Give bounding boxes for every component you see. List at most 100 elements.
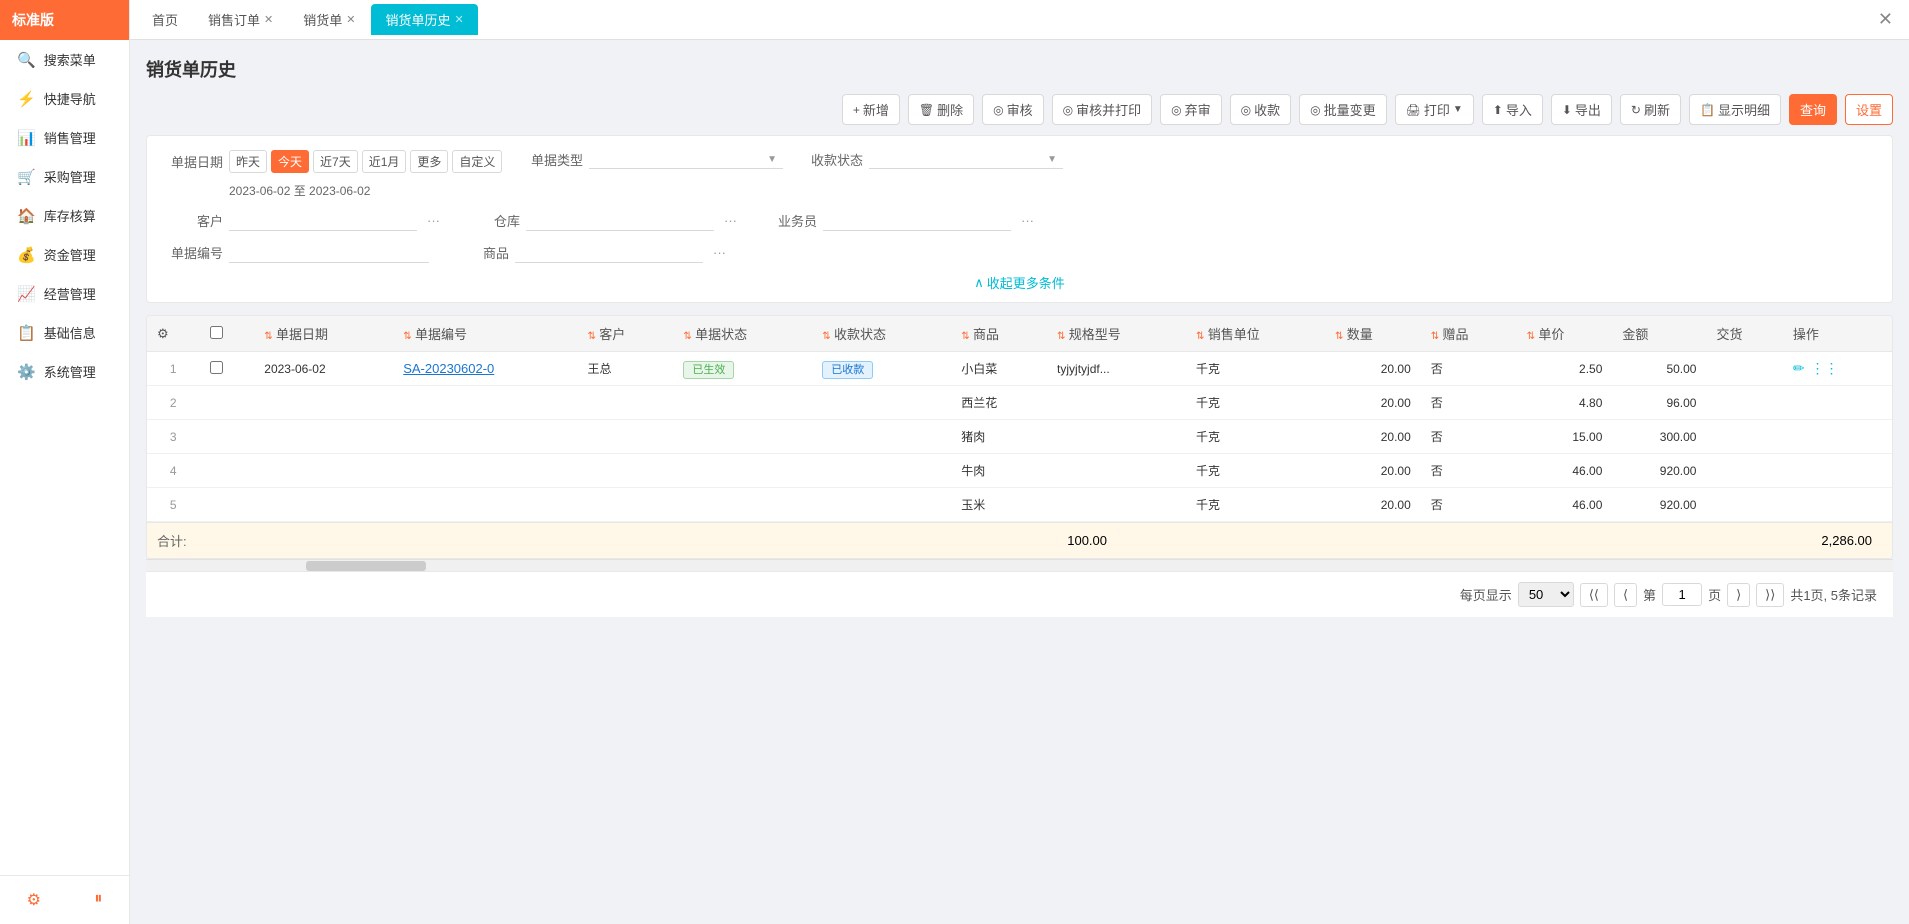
- tab-home[interactable]: 首页: [138, 4, 192, 35]
- warehouse-dots-btn[interactable]: ···: [724, 213, 737, 228]
- date-btn-7days[interactable]: 近7天: [313, 150, 358, 173]
- customer-dots-btn[interactable]: ···: [427, 213, 440, 228]
- tab-sales-history-close[interactable]: ✕: [455, 13, 464, 26]
- sidebar-item-sys-mgmt[interactable]: ⚙️ 系统管理: [0, 352, 129, 391]
- settings-col-icon: ⚙: [157, 326, 169, 341]
- table-row: 5 玉米 千克 20.00 否 46.00 920.00: [147, 488, 1892, 522]
- page-number-input[interactable]: 1: [1662, 583, 1702, 606]
- horizontal-scrollbar[interactable]: [146, 559, 1893, 571]
- row-paystatus-cell: [812, 386, 951, 420]
- scrollbar-thumb[interactable]: [306, 561, 426, 571]
- tab-sales-order-label: 销售订单: [208, 10, 260, 29]
- row-paystatus-cell: [812, 488, 951, 522]
- sort-price-icon[interactable]: ⇅: [1527, 331, 1535, 342]
- tab-sales-order-close[interactable]: ✕: [264, 13, 273, 26]
- first-page-btn[interactable]: ⟨⟨: [1580, 583, 1608, 607]
- sidebar-bottom: ⚙ ⏸: [0, 875, 129, 924]
- row-checkbox-cell: [200, 352, 255, 386]
- salesperson-input[interactable]: [823, 209, 1011, 231]
- query-button[interactable]: 查询: [1789, 94, 1837, 125]
- row-goods-cell: 牛肉: [951, 454, 1047, 488]
- sidebar-item-inventory[interactable]: 🏠 库存核算: [0, 196, 129, 235]
- warehouse-input[interactable]: [526, 209, 714, 231]
- table-row: 2 西兰花 千克 20.00 否 4.80 96.00: [147, 386, 1892, 420]
- export-button[interactable]: ⬇ 导出: [1551, 94, 1612, 125]
- row-delivery-cell: [1706, 352, 1782, 386]
- show-detail-button[interactable]: 📋 显示明细: [1689, 94, 1781, 125]
- sort-spec-icon[interactable]: ⇅: [1057, 331, 1065, 342]
- sidebar-collapse-btn[interactable]: ⏸: [88, 884, 108, 916]
- close-all-tabs-btn[interactable]: ✕: [1870, 5, 1901, 34]
- sort-paystatus-icon[interactable]: ⇅: [822, 331, 830, 342]
- date-btn-today[interactable]: 今天: [271, 150, 309, 173]
- salesperson-dots-btn[interactable]: ···: [1021, 213, 1034, 228]
- select-all-checkbox[interactable]: [210, 326, 223, 339]
- prev-page-btn[interactable]: ⟨: [1614, 583, 1637, 607]
- sidebar-item-purchase-mgmt[interactable]: 🛒 采购管理: [0, 157, 129, 196]
- sys-mgmt-icon: ⚙️: [17, 363, 36, 381]
- tab-sales-history[interactable]: 销货单历史 ✕: [371, 4, 477, 35]
- row-delivery-cell: [1706, 420, 1782, 454]
- sort-docstatus-icon[interactable]: ⇅: [683, 331, 691, 342]
- row-checkbox[interactable]: [210, 361, 223, 374]
- sort-qty-icon[interactable]: ⇅: [1335, 331, 1343, 342]
- sidebar-item-finance[interactable]: 💰 资金管理: [0, 235, 129, 274]
- col-customer: ⇅ 客户: [578, 316, 674, 352]
- pay-status-select[interactable]: ▼: [869, 151, 1063, 169]
- edit-action-icon[interactable]: ✏: [1793, 360, 1805, 377]
- sidebar-item-search-menu[interactable]: 🔍 搜索菜单: [0, 40, 129, 79]
- date-btn-yesterday[interactable]: 昨天: [229, 150, 267, 173]
- row-settings-cell: 2: [147, 386, 200, 420]
- delete-button[interactable]: 🗑 删除: [908, 94, 974, 125]
- sidebar-item-ops-mgmt[interactable]: 📈 经营管理: [0, 274, 129, 313]
- settings-button[interactable]: 设置: [1845, 94, 1893, 125]
- batch-change-button[interactable]: ◎ 批量变更: [1299, 94, 1387, 125]
- customer-input[interactable]: [229, 209, 417, 231]
- sidebar-item-quick-nav[interactable]: ⚡ 快捷导航: [0, 79, 129, 118]
- tab-sales-order[interactable]: 销售订单 ✕: [194, 4, 287, 35]
- next-page-btn[interactable]: ⟩: [1727, 583, 1750, 607]
- sort-docno-icon[interactable]: ⇅: [403, 331, 411, 342]
- sidebar-settings-btn[interactable]: ⚙: [21, 884, 47, 916]
- collect-button[interactable]: ◎ 收款: [1230, 94, 1292, 125]
- date-btn-1month[interactable]: 近1月: [362, 150, 407, 173]
- per-page-select[interactable]: 50 100 200: [1518, 582, 1574, 607]
- sidebar-item-sales-mgmt[interactable]: 📊 销售管理: [0, 118, 129, 157]
- audit-button[interactable]: ◎ 审核: [982, 94, 1044, 125]
- doc-no-link[interactable]: SA-20230602-0: [403, 361, 494, 376]
- col-settings[interactable]: ⚙: [147, 316, 200, 352]
- sidebar-item-label: 库存核算: [44, 206, 96, 225]
- collapse-filter-btn[interactable]: ∧ 收起更多条件: [974, 273, 1065, 292]
- tab-sales-history-label: 销货单历史: [385, 10, 450, 29]
- more-action-icon[interactable]: ⋮⋮: [1811, 360, 1839, 377]
- date-btn-custom[interactable]: 自定义: [452, 150, 502, 173]
- sort-customer-icon[interactable]: ⇅: [588, 331, 596, 342]
- doc-type-select[interactable]: ▼: [589, 151, 783, 169]
- row-spec-cell: [1047, 454, 1186, 488]
- sort-date-icon[interactable]: ⇅: [264, 331, 272, 342]
- abandon-button[interactable]: ◎ 弃审: [1160, 94, 1222, 125]
- audit-print-button[interactable]: ◎ 审核并打印: [1052, 94, 1153, 125]
- sort-goods-icon[interactable]: ⇅: [961, 331, 969, 342]
- sort-unit-icon[interactable]: ⇅: [1196, 331, 1204, 342]
- import-button[interactable]: ⬆ 导入: [1482, 94, 1543, 125]
- row-date-cell: [254, 454, 393, 488]
- tab-sales-goods-close[interactable]: ✕: [346, 13, 355, 26]
- tab-sales-goods[interactable]: 销货单 ✕: [289, 4, 369, 35]
- doc-type-arrow-icon: ▼: [767, 154, 777, 165]
- pay-status-label: 收款状态: [803, 150, 863, 169]
- goods-dots-btn[interactable]: ···: [713, 245, 726, 260]
- add-button[interactable]: + 新增: [842, 94, 900, 125]
- query-label: 查询: [1800, 100, 1826, 119]
- refresh-button[interactable]: ↻ 刷新: [1620, 94, 1681, 125]
- date-btn-more[interactable]: 更多: [410, 150, 448, 173]
- row-settings-cell: 1: [147, 352, 200, 386]
- sidebar-item-basic-info[interactable]: 📋 基础信息: [0, 313, 129, 352]
- audit-icon: ◎: [993, 103, 1003, 117]
- docno-input[interactable]: [229, 241, 429, 263]
- audit-label: 审核: [1007, 100, 1033, 119]
- sort-gift-icon[interactable]: ⇅: [1431, 331, 1439, 342]
- print-button[interactable]: 🖨 打印 ▼: [1395, 94, 1474, 125]
- last-page-btn[interactable]: ⟩⟩: [1756, 583, 1784, 607]
- goods-input[interactable]: [515, 241, 703, 263]
